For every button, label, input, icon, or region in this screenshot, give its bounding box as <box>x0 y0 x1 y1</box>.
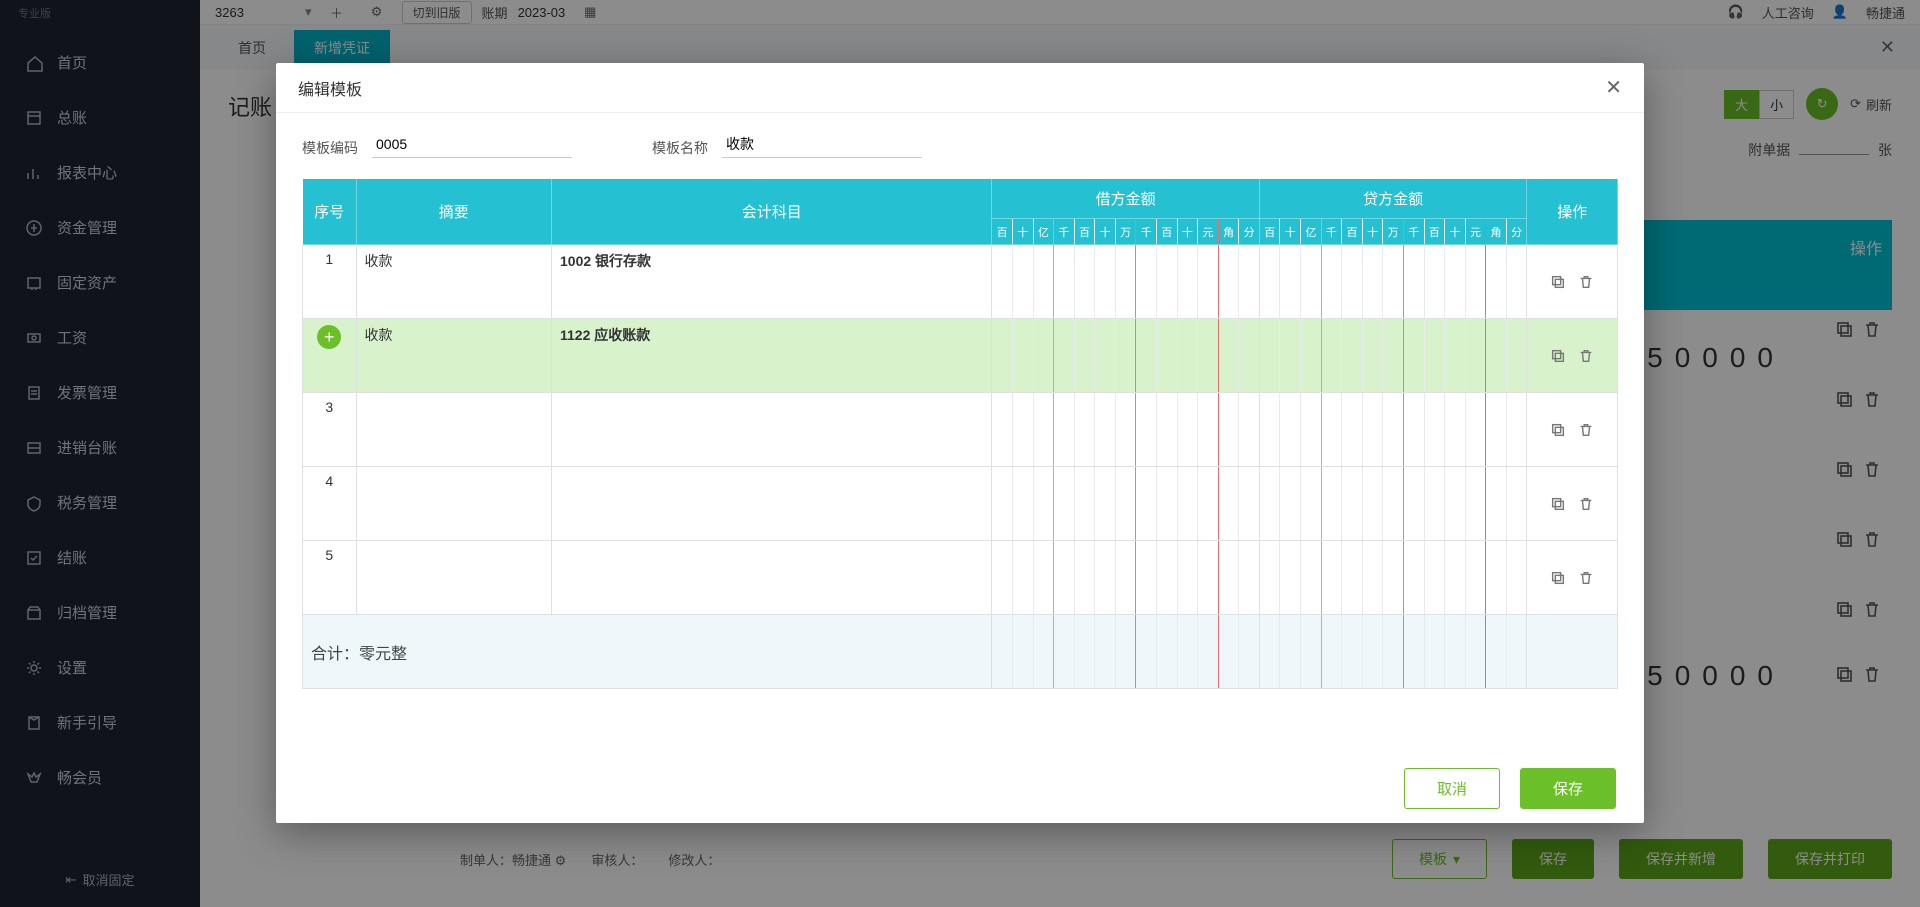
row-ops <box>1527 541 1618 615</box>
delete-icon[interactable] <box>1578 422 1594 438</box>
close-icon[interactable]: ✕ <box>1605 75 1622 100</box>
row-debit[interactable] <box>992 541 1260 615</box>
template-name-input[interactable] <box>722 131 922 158</box>
th-account: 会计科目 <box>552 179 992 245</box>
add-row-icon[interactable]: + <box>317 325 341 349</box>
row-account[interactable]: 1122 应收账款 <box>552 319 992 393</box>
template-table: 序号 摘要 会计科目 借方金额 贷方金额 操作 百十亿千百十万千百十元角分 百十… <box>302 178 1618 689</box>
row-credit[interactable] <box>1259 467 1527 541</box>
copy-icon[interactable] <box>1550 496 1566 512</box>
row-credit[interactable] <box>1259 245 1527 319</box>
row-seq: 1 <box>303 245 357 319</box>
delete-icon[interactable] <box>1578 496 1594 512</box>
template-row[interactable]: 4 <box>303 467 1618 541</box>
total-label: 合计：零元整 <box>303 615 992 689</box>
th-seq: 序号 <box>303 179 357 245</box>
th-summary: 摘要 <box>356 179 552 245</box>
th-credit: 贷方金额 <box>1259 179 1527 219</box>
th-debit: 借方金额 <box>992 179 1260 219</box>
row-account[interactable] <box>552 467 992 541</box>
template-row[interactable]: 1收款1002 银行存款 <box>303 245 1618 319</box>
delete-icon[interactable] <box>1578 348 1594 364</box>
total-ops <box>1527 615 1618 689</box>
row-account[interactable] <box>552 541 992 615</box>
row-ops <box>1527 467 1618 541</box>
row-ops <box>1527 393 1618 467</box>
row-ops <box>1527 245 1618 319</box>
row-debit[interactable] <box>992 319 1260 393</box>
row-summary[interactable]: 收款 <box>356 245 552 319</box>
row-seq: 5 <box>303 541 357 615</box>
th-ops: 操作 <box>1527 179 1618 245</box>
copy-icon[interactable] <box>1550 274 1566 290</box>
th-debit-digits: 百十亿千百十万千百十元角分 <box>992 219 1260 245</box>
total-debit <box>992 615 1260 689</box>
copy-icon[interactable] <box>1550 348 1566 364</box>
modal-header: 编辑模板 ✕ <box>276 63 1644 113</box>
row-summary[interactable] <box>356 467 552 541</box>
edit-template-modal: 编辑模板 ✕ 模板编码 模板名称 序号 摘要 会计科目 <box>276 63 1644 823</box>
cancel-button[interactable]: 取消 <box>1404 768 1500 809</box>
copy-icon[interactable] <box>1550 422 1566 438</box>
template-row[interactable]: 5 <box>303 541 1618 615</box>
save-template-button[interactable]: 保存 <box>1520 768 1616 809</box>
template-name-label: 模板名称 <box>652 138 708 158</box>
row-seq: + <box>303 319 357 393</box>
row-account[interactable]: 1002 银行存款 <box>552 245 992 319</box>
row-credit[interactable] <box>1259 541 1527 615</box>
th-credit-digits: 百十亿千百十万千百十元角分 <box>1259 219 1527 245</box>
modal-footer: 取消 保存 <box>276 753 1644 823</box>
row-debit[interactable] <box>992 467 1260 541</box>
template-code-label: 模板编码 <box>302 138 358 158</box>
row-seq: 3 <box>303 393 357 467</box>
row-credit[interactable] <box>1259 393 1527 467</box>
row-ops <box>1527 319 1618 393</box>
row-debit[interactable] <box>992 393 1260 467</box>
row-summary[interactable] <box>356 541 552 615</box>
template-code-input[interactable] <box>372 131 572 158</box>
row-debit[interactable] <box>992 245 1260 319</box>
copy-icon[interactable] <box>1550 570 1566 586</box>
total-credit <box>1259 615 1527 689</box>
delete-icon[interactable] <box>1578 274 1594 290</box>
row-summary[interactable] <box>356 393 552 467</box>
row-seq: 4 <box>303 467 357 541</box>
template-row[interactable]: + 收款1122 应收账款 <box>303 319 1618 393</box>
template-row[interactable]: 3 <box>303 393 1618 467</box>
row-credit[interactable] <box>1259 319 1527 393</box>
row-account[interactable] <box>552 393 992 467</box>
row-summary[interactable]: 收款 <box>356 319 552 393</box>
delete-icon[interactable] <box>1578 570 1594 586</box>
modal-title: 编辑模板 <box>298 76 362 100</box>
